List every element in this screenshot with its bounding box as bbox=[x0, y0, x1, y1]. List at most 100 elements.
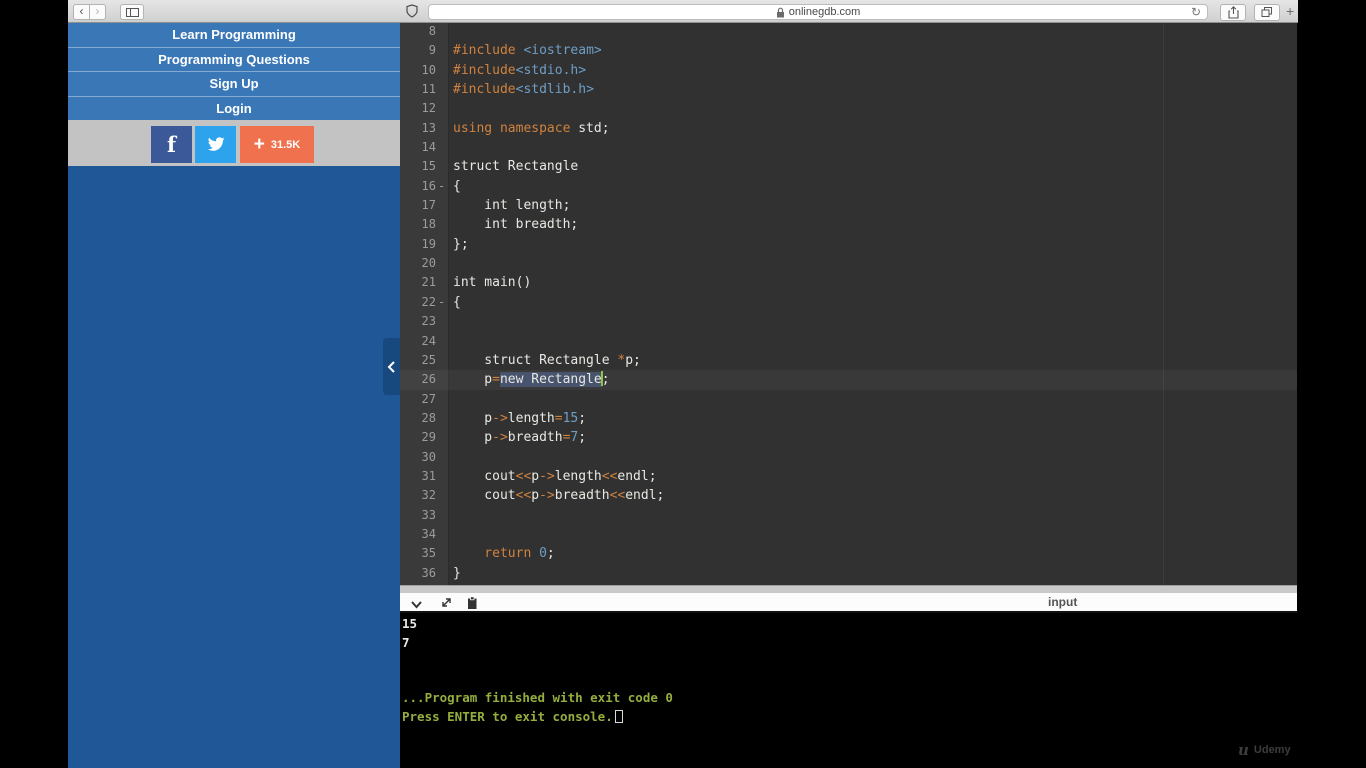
line-number[interactable]: 17 bbox=[400, 196, 436, 215]
forward-button[interactable]: › bbox=[89, 4, 106, 20]
code-line[interactable]: 10 #include<stdio.h> bbox=[400, 61, 1297, 80]
line-number[interactable]: 22 bbox=[400, 293, 436, 312]
code-text: #include <iostream> bbox=[453, 43, 602, 59]
code-line[interactable]: 34 bbox=[400, 525, 1297, 544]
code-line[interactable]: 22-{ bbox=[400, 293, 1297, 312]
code-line[interactable]: 17 int length; bbox=[400, 196, 1297, 215]
line-number[interactable]: 24 bbox=[400, 332, 436, 351]
address-bar[interactable]: onlinegdb.com ↻ bbox=[428, 4, 1208, 20]
code-text: int length; bbox=[453, 198, 571, 214]
sidebar-item-sign-up[interactable]: Sign Up bbox=[68, 72, 400, 97]
show-tabs-button[interactable] bbox=[1254, 4, 1280, 21]
line-number[interactable]: 16 bbox=[400, 177, 436, 196]
code-text: }; bbox=[453, 236, 469, 252]
code-line[interactable]: 13 using namespace std; bbox=[400, 119, 1297, 138]
code-line[interactable]: 26 p=new Rectangle; bbox=[400, 370, 1297, 390]
editor-lines: 8 9 #include <iostream> 10 #include<stdio.h>… bbox=[400, 23, 1297, 583]
console-cursor bbox=[614, 709, 623, 723]
sidebar-item-learn-programming[interactable]: Learn Programming bbox=[68, 23, 400, 48]
code-line[interactable]: 24 bbox=[400, 332, 1297, 351]
fold-marker-icon[interactable]: - bbox=[436, 293, 445, 312]
line-number[interactable]: 8 bbox=[400, 23, 436, 41]
line-number[interactable]: 10 bbox=[400, 61, 436, 80]
line-number[interactable]: 27 bbox=[400, 390, 436, 409]
facebook-share-button[interactable]: f bbox=[151, 126, 192, 163]
console-output[interactable]: 15 7 ...Program finished with exit code 0 P… bbox=[400, 613, 1366, 768]
code-line[interactable]: 12 bbox=[400, 99, 1297, 118]
line-number[interactable]: 18 bbox=[400, 215, 436, 234]
addthis-share-button[interactable]: + 31.5K bbox=[240, 126, 314, 163]
chevron-down-icon bbox=[411, 601, 422, 609]
code-line[interactable]: 30 bbox=[400, 448, 1297, 467]
refresh-icon[interactable]: ↻ bbox=[1191, 5, 1201, 19]
line-number[interactable]: 36 bbox=[400, 564, 436, 583]
line-number[interactable]: 21 bbox=[400, 273, 436, 292]
facebook-icon: f bbox=[166, 132, 177, 157]
code-line[interactable]: 33 bbox=[400, 506, 1297, 525]
sidebar-item-programming-questions[interactable]: Programming Questions bbox=[68, 48, 400, 72]
code-editor[interactable]: 8 9 #include <iostream> 10 #include<stdio.h>… bbox=[400, 23, 1297, 585]
line-number[interactable]: 35 bbox=[400, 544, 436, 563]
line-number[interactable]: 15 bbox=[400, 157, 436, 176]
selected-text: new Rectangle bbox=[499, 372, 602, 388]
collapse-sidebar-button[interactable] bbox=[383, 338, 400, 395]
line-number[interactable]: 29 bbox=[400, 428, 436, 447]
code-line[interactable]: 27 bbox=[400, 390, 1297, 409]
line-number[interactable]: 23 bbox=[400, 312, 436, 331]
code-line[interactable]: 14 bbox=[400, 138, 1297, 157]
line-number[interactable]: 11 bbox=[400, 80, 436, 99]
code-line[interactable]: 20 bbox=[400, 254, 1297, 273]
collapse-console-button[interactable] bbox=[410, 596, 423, 614]
code-line[interactable]: 25 struct Rectangle *p; bbox=[400, 351, 1297, 370]
code-text: cout<<p->breadth<<endl; bbox=[453, 488, 665, 504]
code-line[interactable]: 18 int breadth; bbox=[400, 215, 1297, 234]
sidebar-menu: Learn Programming Programming Questions Si… bbox=[68, 23, 400, 120]
line-number[interactable]: 20 bbox=[400, 254, 436, 273]
line-number[interactable]: 31 bbox=[400, 467, 436, 486]
expand-console-button[interactable] bbox=[440, 596, 453, 614]
line-number[interactable]: 28 bbox=[400, 409, 436, 428]
console-line: 7 bbox=[402, 634, 410, 650]
code-line[interactable]: 21 int main() bbox=[400, 273, 1297, 292]
editor-scrollbar[interactable] bbox=[400, 585, 1297, 593]
code-line[interactable]: 9 #include <iostream> bbox=[400, 41, 1297, 60]
code-line[interactable]: 16-{ bbox=[400, 177, 1297, 196]
share-button[interactable] bbox=[1220, 4, 1246, 21]
line-number[interactable]: 30 bbox=[400, 448, 436, 467]
sidebar-toggle-button[interactable] bbox=[120, 4, 144, 20]
code-line[interactable]: 8 bbox=[400, 23, 1297, 41]
code-line[interactable]: 15 struct Rectangle bbox=[400, 157, 1297, 176]
line-number[interactable]: 33 bbox=[400, 506, 436, 525]
code-line[interactable]: 32 cout<<p->breadth<<endl; bbox=[400, 486, 1297, 505]
code-line[interactable]: 28 p->length=15; bbox=[400, 409, 1297, 428]
code-line[interactable]: 11 #include<stdlib.h> bbox=[400, 80, 1297, 99]
twitter-share-button[interactable] bbox=[195, 126, 236, 163]
sidebar-panel bbox=[68, 166, 400, 768]
sidebar-item-login[interactable]: Login bbox=[68, 97, 400, 121]
code-line[interactable]: 19}; bbox=[400, 235, 1297, 254]
line-number[interactable]: 26 bbox=[400, 370, 436, 389]
shield-icon[interactable] bbox=[406, 4, 418, 23]
line-number[interactable]: 34 bbox=[400, 525, 436, 544]
line-number[interactable]: 19 bbox=[400, 235, 436, 254]
code-text: struct Rectangle *p; bbox=[453, 352, 641, 368]
code-line[interactable]: 29 p->breadth=7; bbox=[400, 428, 1297, 447]
twitter-icon bbox=[207, 137, 224, 151]
line-number[interactable]: 9 bbox=[400, 41, 436, 60]
console-toolbar: input bbox=[400, 593, 1297, 613]
udemy-brand-text: Udemy bbox=[1253, 744, 1291, 756]
back-button[interactable]: ‹ bbox=[73, 4, 90, 20]
new-tab-button[interactable]: + bbox=[1286, 4, 1294, 19]
code-line[interactable]: 31 cout<<p->length<<endl; bbox=[400, 467, 1297, 486]
line-number[interactable]: 14 bbox=[400, 138, 436, 157]
line-number[interactable]: 32 bbox=[400, 486, 436, 505]
line-number[interactable]: 12 bbox=[400, 99, 436, 118]
line-number[interactable]: 25 bbox=[400, 351, 436, 370]
code-line[interactable]: 36} bbox=[400, 564, 1297, 583]
fold-marker-icon[interactable]: - bbox=[436, 177, 445, 196]
code-line[interactable]: 35 return 0; bbox=[400, 544, 1297, 563]
code-line[interactable]: 23 bbox=[400, 312, 1297, 331]
line-number[interactable]: 13 bbox=[400, 119, 436, 138]
code-text: int main() bbox=[453, 275, 532, 291]
